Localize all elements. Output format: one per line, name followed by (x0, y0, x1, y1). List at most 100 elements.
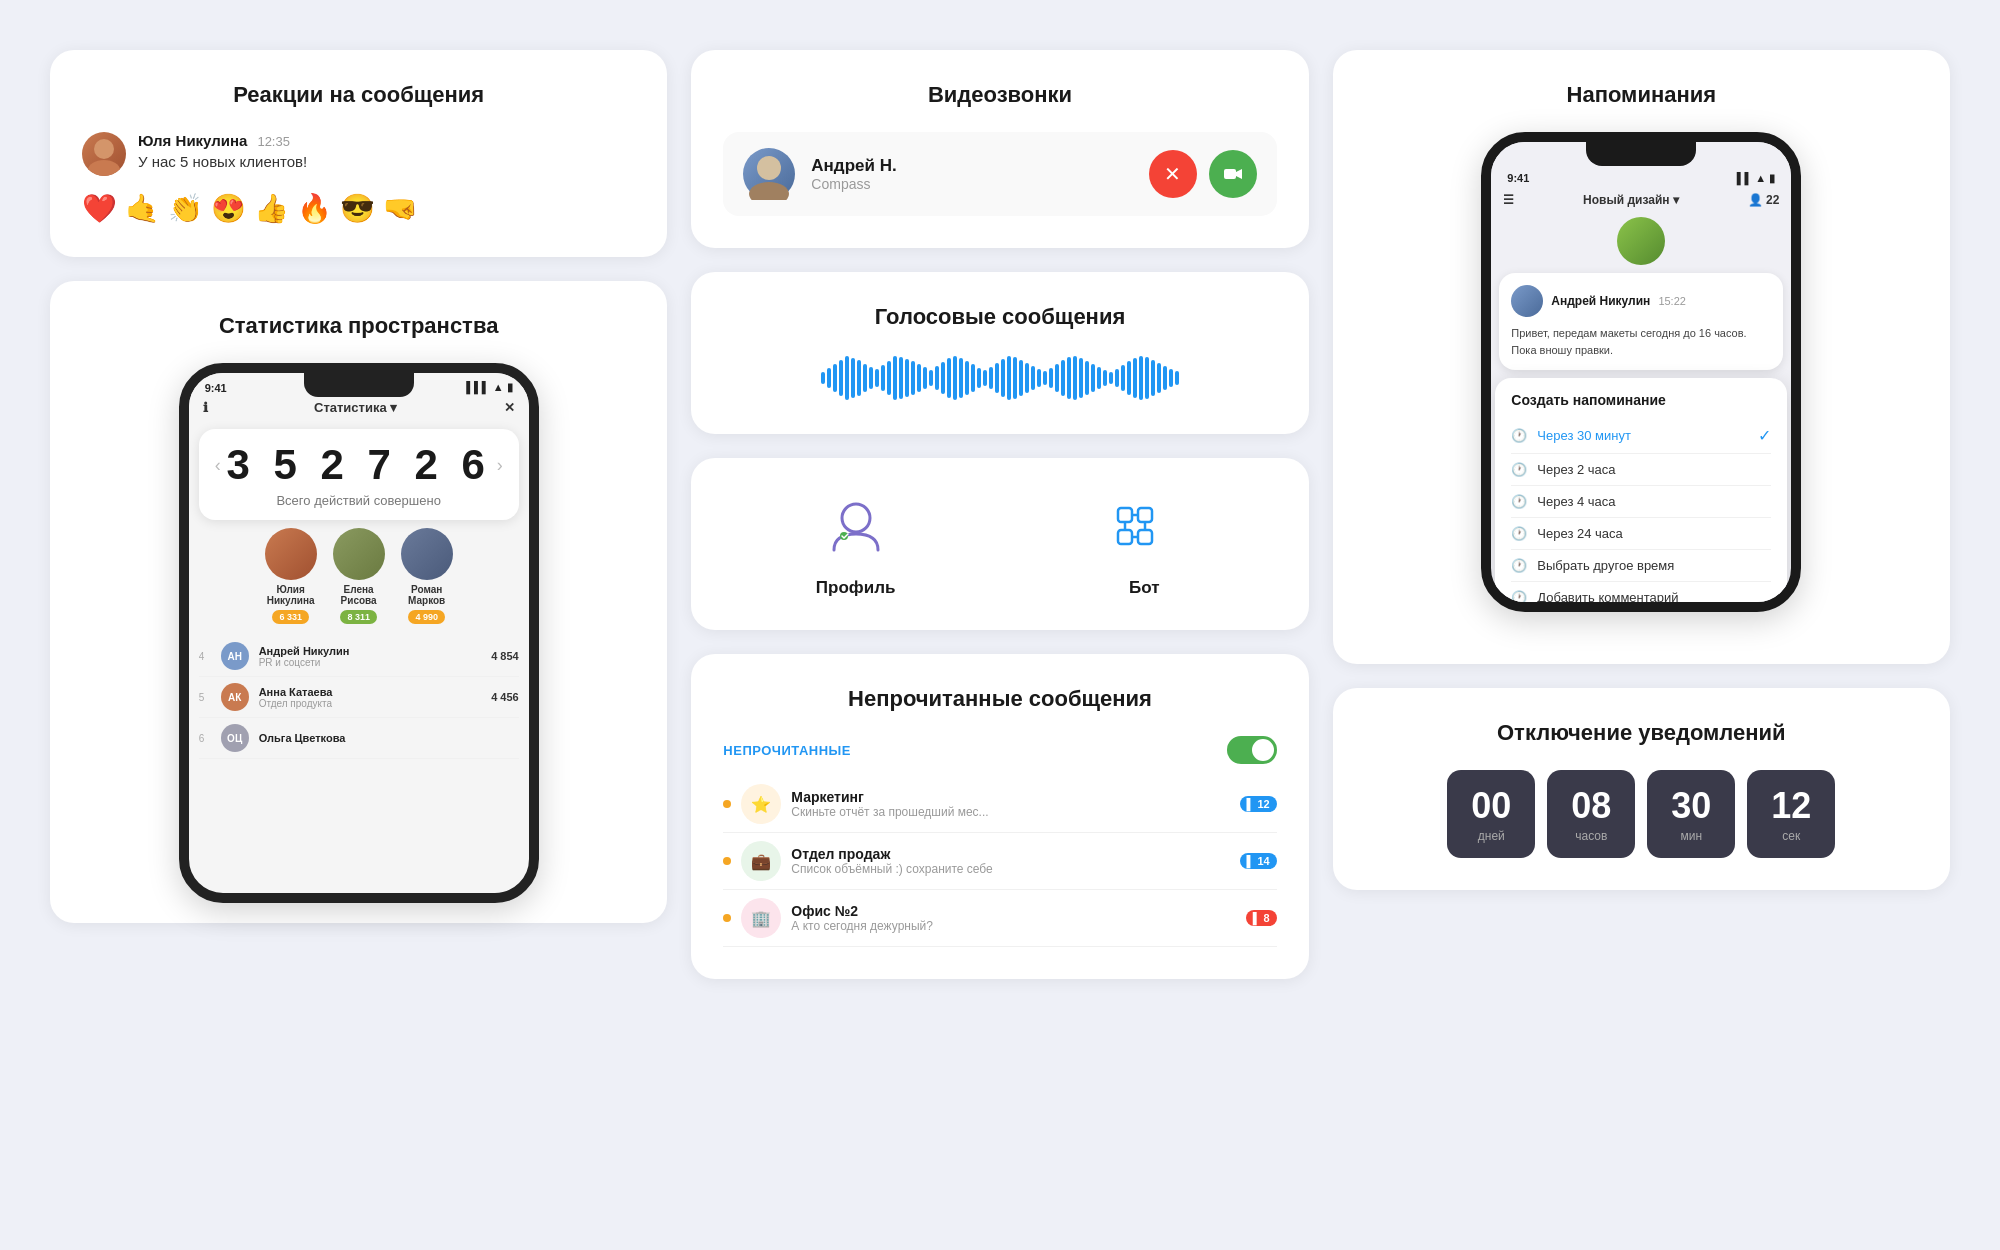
reactions-card: Реакции на сообщения Юля Никулина 12:35 … (50, 50, 667, 257)
reminder-sender-info: Андрей Никулин (1551, 294, 1650, 308)
wave-bar (1001, 359, 1005, 397)
wave-bar (965, 361, 969, 395)
profile-icon (820, 490, 892, 566)
counter-label: Всего действий совершено (215, 493, 503, 508)
wave-bar (1061, 360, 1065, 396)
wave-bar (1121, 365, 1125, 391)
reminder-option-comment[interactable]: 🕐 Добавить комментарий (1511, 582, 1771, 612)
user-avatar-name: РоманМарков (408, 584, 445, 606)
wave-bar (923, 367, 927, 389)
user-avatar-name: ЮлияНикулина (267, 584, 315, 606)
svg-rect-10 (1118, 530, 1132, 544)
phone-time2: 9:41 (1507, 172, 1529, 185)
unread-toggle[interactable] (1227, 736, 1277, 764)
reminder-msg-header: Андрей Никулин 15:22 (1511, 285, 1771, 317)
user-list: ЮлияНикулина 6 331 ЕленаРисова 8 311 Ром… (189, 528, 529, 759)
counter-next[interactable]: › (497, 455, 503, 476)
user-name: Анна Катаева (259, 686, 481, 698)
user-avatar-elena (333, 528, 385, 580)
phone-icons: ▌▌▌ ▲ ▮ (466, 381, 512, 394)
phone-time: 9:41 (205, 382, 227, 394)
wave-bar (971, 364, 975, 392)
reminder-option-label: Через 30 минут (1537, 428, 1631, 443)
counter-nav: ‹ 3 5 2 7 2 6 › (215, 441, 503, 489)
wave-bar (827, 368, 831, 388)
profile-label: Профиль (816, 578, 896, 598)
voice-card: Голосовые сообщения (691, 272, 1308, 434)
wave-bar (929, 370, 933, 386)
emoji-call: 🤙 (125, 192, 160, 225)
reminder-option-custom[interactable]: 🕐 Выбрать другое время (1511, 550, 1771, 582)
features-grid: Профиль (723, 490, 1276, 598)
reminder-sender-avatar (1511, 285, 1543, 317)
left-column: Реакции на сообщения Юля Никулина 12:35 … (50, 50, 667, 1200)
reminder-option-label: Через 24 часа (1537, 526, 1622, 541)
user-role: Отдел продукта (259, 698, 481, 709)
wave-bar (1133, 358, 1137, 398)
reminder-option-2h[interactable]: 🕐 Через 2 часа (1511, 454, 1771, 486)
close-icon[interactable]: ✕ (504, 400, 515, 415)
item-num: 6 (199, 733, 211, 744)
call-buttons: ✕ (1149, 150, 1257, 198)
emoji-row: ❤️ 🤙 👏 😍 👍 🔥 😎 🤜 (82, 192, 635, 225)
unread-title: Непрочитанные сообщения (723, 686, 1276, 712)
top-users-row: ЮлияНикулина 6 331 ЕленаРисова 8 311 Ром… (199, 528, 519, 624)
user-count-icon: 👤 22 (1748, 193, 1780, 207)
wave-bar (1109, 372, 1113, 384)
unread-filter-row: НЕПРОЧИТАННЫЕ (723, 736, 1276, 764)
wave-bar (1175, 371, 1179, 385)
reminder-option-24h[interactable]: 🕐 Через 24 часа (1511, 518, 1771, 550)
svg-point-2 (757, 156, 781, 180)
wave-bar (989, 367, 993, 389)
countdown-num-minutes: 30 (1671, 785, 1711, 827)
unread-item: 🏢 Офис №2 А кто сегодня дежурный? ▌ 8 (723, 890, 1276, 947)
reactions-title: Реакции на сообщения (82, 82, 635, 108)
unread-avatar: ⭐ (741, 784, 781, 824)
stats-phone: 9:41 ▌▌▌ ▲ ▮ ℹ Статистика ▾ ✕ ‹ 3 5 2 7 … (179, 363, 539, 903)
user-badge-roman: 4 990 (408, 610, 445, 624)
unread-avatar: 💼 (741, 841, 781, 881)
countdown-row: 00 дней 08 часов 30 мин 12 сек (1365, 770, 1918, 858)
reminder-option-30min[interactable]: 🕐 Через 30 минут ✓ (1511, 418, 1771, 454)
unread-dot (723, 914, 731, 922)
svg-point-3 (749, 182, 789, 200)
unread-chat-msg: Список объёмный :) сохраните себе (791, 862, 1229, 876)
countdown-lbl-minutes: мин (1681, 829, 1703, 843)
reminder-option-label: Через 4 часа (1537, 494, 1615, 509)
bot-label: Бот (1129, 578, 1160, 598)
svg-point-1 (88, 160, 120, 176)
reminder-chat-avatar (1617, 217, 1665, 265)
counter-prev[interactable]: ‹ (215, 455, 221, 476)
countdown-days: 00 дней (1447, 770, 1535, 858)
wave-bar (881, 365, 885, 391)
svg-rect-8 (1118, 508, 1132, 522)
countdown-num-hours: 08 (1571, 785, 1611, 827)
page: Реакции на сообщения Юля Никулина 12:35 … (20, 20, 1980, 1230)
unread-chat-msg: А кто сегодня дежурный? (791, 919, 1235, 933)
stats-header-label: Статистика ▾ (314, 400, 397, 415)
accept-button[interactable] (1209, 150, 1257, 198)
reminder-option-label: Через 2 часа (1537, 462, 1615, 477)
unread-badge: ▌ 14 (1240, 853, 1277, 869)
avatar (82, 132, 126, 176)
user-avatar-name: ЕленаРисова (341, 584, 377, 606)
unread-chat-msg: Скиньте отчёт за прошедший мес... (791, 805, 1229, 819)
wave-bar (899, 357, 903, 399)
countdown-minutes: 30 мин (1647, 770, 1735, 858)
reminder-avatar-row (1491, 211, 1791, 265)
wave-bar (983, 370, 987, 386)
unread-card: Непрочитанные сообщения НЕПРОЧИТАННЫЕ ⭐ … (691, 654, 1308, 979)
reminder-option-4h[interactable]: 🕐 Через 4 часа (1511, 486, 1771, 518)
wave-bar (1013, 357, 1017, 399)
wave-bar (845, 356, 849, 400)
middle-column: Видеозвонки Андрей Н. Compass ✕ (691, 50, 1308, 1200)
user-avatar-item: ЕленаРисова 8 311 (333, 528, 385, 624)
user-role: PR и соцсети (259, 657, 481, 668)
phone-nav-bar: ☰ Новый дизайн ▾ 👤 22 (1491, 189, 1791, 211)
user-count: 4 854 (491, 650, 519, 662)
message-time: 12:35 (257, 134, 290, 149)
reminders-title: Напоминания (1365, 82, 1918, 108)
wave-bar (1019, 360, 1023, 396)
check-icon: ✓ (1758, 426, 1771, 445)
decline-button[interactable]: ✕ (1149, 150, 1197, 198)
